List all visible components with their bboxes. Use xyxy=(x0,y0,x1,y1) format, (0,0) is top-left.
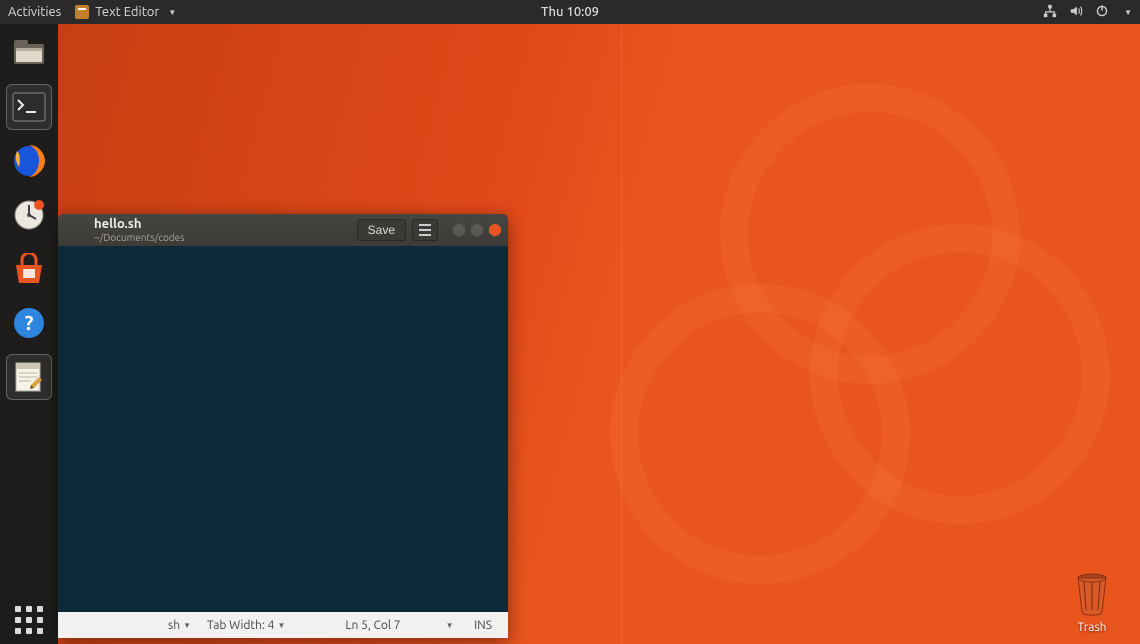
clock[interactable]: Thu 10:09 xyxy=(541,5,599,19)
window-title: hello.sh xyxy=(94,217,185,231)
hamburger-menu[interactable] xyxy=(412,219,438,241)
launcher-firefox[interactable] xyxy=(6,138,52,184)
maximize-button[interactable] xyxy=(470,223,484,237)
svg-text:?: ? xyxy=(25,311,34,334)
minimize-button[interactable] xyxy=(452,223,466,237)
power-icon[interactable] xyxy=(1095,4,1109,21)
gnome-topbar: Activities Text Editor ▼ Thu 10:09 ▼ xyxy=(0,0,1140,24)
volume-icon[interactable] xyxy=(1069,4,1083,21)
launcher-dock: ? xyxy=(0,24,58,644)
insert-mode[interactable]: INS xyxy=(468,619,498,632)
text-editor-window: hello.sh ~/Documents/codes Save sh▼ Tab … xyxy=(58,214,508,638)
window-titlebar[interactable]: hello.sh ~/Documents/codes Save xyxy=(58,214,508,246)
launcher-software[interactable] xyxy=(6,246,52,292)
launcher-help[interactable]: ? xyxy=(6,300,52,346)
save-button[interactable]: Save xyxy=(357,219,406,241)
wallpaper-decoration xyxy=(610,284,910,584)
launcher-files[interactable] xyxy=(6,30,52,76)
cursor-position[interactable]: Ln 5, Col 7 ▼ xyxy=(339,619,459,632)
launcher-text-editor[interactable] xyxy=(6,354,52,400)
launcher-terminal[interactable] xyxy=(6,84,52,130)
desktop-trash[interactable]: Trash xyxy=(1072,572,1112,634)
close-button[interactable] xyxy=(488,223,502,237)
statusbar: sh▼ Tab Width: 4▼ Ln 5, Col 7 ▼ INS xyxy=(58,612,508,638)
activities-button[interactable]: Activities xyxy=(8,5,61,19)
launcher-clocks[interactable] xyxy=(6,192,52,238)
editor-textarea[interactable] xyxy=(58,246,508,612)
chevron-down-icon: ▼ xyxy=(168,8,176,17)
text-editor-icon xyxy=(75,5,89,19)
app-menu[interactable]: Text Editor ▼ xyxy=(75,5,176,19)
language-selector[interactable]: sh▼ xyxy=(162,619,197,632)
network-icon[interactable] xyxy=(1043,4,1057,21)
chevron-down-icon[interactable]: ▼ xyxy=(1124,8,1132,17)
show-applications[interactable] xyxy=(0,606,58,634)
window-subtitle: ~/Documents/codes xyxy=(94,232,185,243)
tab-width-selector[interactable]: Tab Width: 4▼ xyxy=(201,619,291,632)
trash-label: Trash xyxy=(1072,621,1112,634)
